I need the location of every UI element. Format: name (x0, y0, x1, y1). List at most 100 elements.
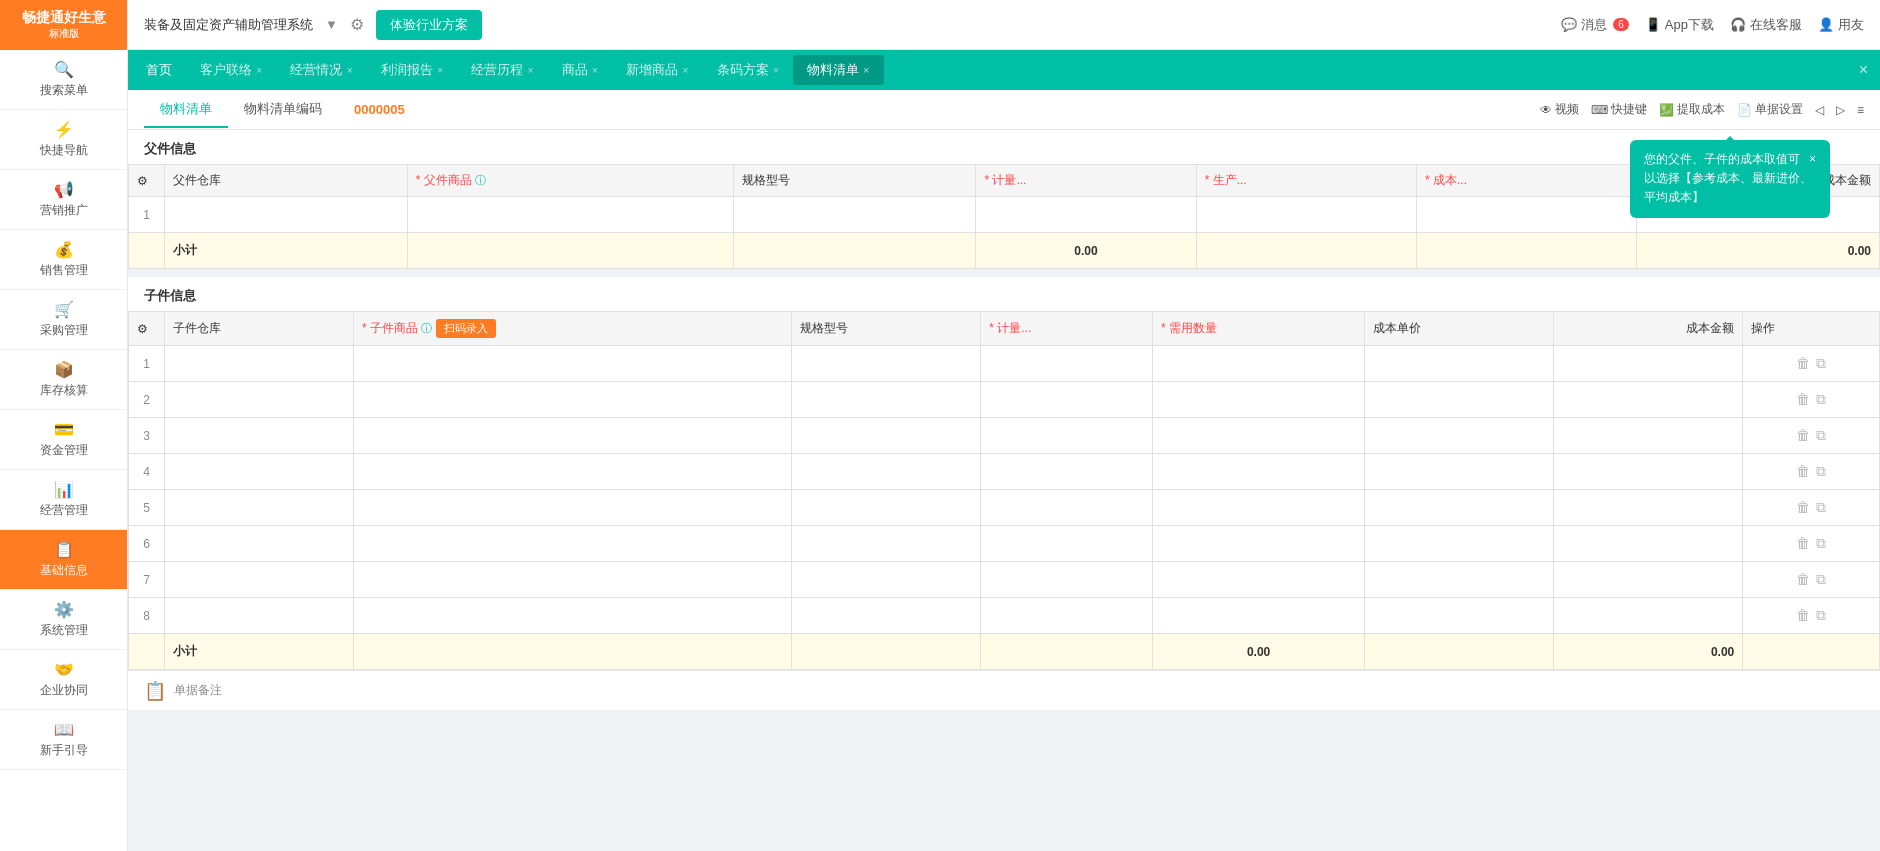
child-cell-unitcost-4[interactable] (1365, 454, 1554, 490)
copy-icon-2[interactable]: ⧉ (1816, 391, 1826, 408)
child-cell-spec-4[interactable] (792, 454, 981, 490)
copy-icon-4[interactable]: ⧉ (1816, 463, 1826, 480)
app-download-action[interactable]: 📱 App下载 (1645, 16, 1714, 34)
grid-view-icon[interactable]: ≡ (1857, 103, 1864, 117)
delete-icon-3[interactable]: 🗑 (1796, 427, 1810, 444)
child-cell-spec-8[interactable] (792, 598, 981, 634)
child-cell-warehouse-1[interactable] (165, 346, 354, 382)
child-cell-qty-2[interactable] (1152, 382, 1364, 418)
child-cell-spec-1[interactable] (792, 346, 981, 382)
tab-history[interactable]: 经营历程 × (457, 55, 547, 85)
close-profit-icon[interactable]: × (437, 64, 443, 76)
nav-arrow-right[interactable]: ▷ (1836, 103, 1845, 117)
delete-icon-2[interactable]: 🗑 (1796, 391, 1810, 408)
tab-barcode[interactable]: 条码方案 × (703, 55, 793, 85)
view-action[interactable]: 👁 视频 (1540, 101, 1579, 118)
nav-arrow-left[interactable]: ◁ (1815, 103, 1824, 117)
shortcut-action[interactable]: ⌨ 快捷键 (1591, 101, 1647, 118)
child-cell-warehouse-8[interactable] (165, 598, 354, 634)
child-cell-goods-6[interactable] (354, 526, 792, 562)
delete-icon-4[interactable]: 🗑 (1796, 463, 1810, 480)
sub-tab-bom-code[interactable]: 物料清单编码 (228, 92, 338, 128)
close-bom-icon[interactable]: × (863, 64, 869, 76)
close-history-icon[interactable]: × (527, 64, 533, 76)
parent-cell-cost-1[interactable] (1417, 197, 1637, 233)
child-cell-unit-8[interactable] (981, 598, 1153, 634)
child-cell-qty-7[interactable] (1152, 562, 1364, 598)
nav-close-all[interactable]: × (1851, 61, 1876, 79)
parent-cell-goods-1[interactable] (407, 197, 733, 233)
trial-button[interactable]: 体验行业方案 (376, 10, 482, 40)
sidebar-item-sales[interactable]: 💰 销售管理 (0, 230, 127, 290)
child-cell-goods-2[interactable] (354, 382, 792, 418)
cost-action[interactable]: 💹 提取成本 (1659, 101, 1725, 118)
child-cell-warehouse-7[interactable] (165, 562, 354, 598)
delete-icon-5[interactable]: 🗑 (1796, 499, 1810, 516)
child-cell-qty-1[interactable] (1152, 346, 1364, 382)
child-cell-unitcost-3[interactable] (1365, 418, 1554, 454)
child-cell-warehouse-4[interactable] (165, 454, 354, 490)
child-cell-unit-5[interactable] (981, 490, 1153, 526)
sub-tab-bom-list[interactable]: 物料清单 (144, 92, 228, 128)
child-cell-spec-2[interactable] (792, 382, 981, 418)
child-cell-warehouse-2[interactable] (165, 382, 354, 418)
child-cell-qty-8[interactable] (1152, 598, 1364, 634)
tab-profit[interactable]: 利润报告 × (367, 55, 457, 85)
child-cell-unit-6[interactable] (981, 526, 1153, 562)
close-addgoods-icon[interactable]: × (682, 64, 688, 76)
sidebar-item-inventory[interactable]: 📦 库存核算 (0, 350, 127, 410)
tab-customer[interactable]: 客户联络 × (186, 55, 276, 85)
tab-goods[interactable]: 商品 × (548, 55, 612, 85)
child-cell-unit-2[interactable] (981, 382, 1153, 418)
copy-icon-1[interactable]: ⧉ (1816, 355, 1826, 372)
sidebar-item-system[interactable]: ⚙️ 系统管理 (0, 590, 127, 650)
sidebar-item-search[interactable]: 🔍 搜索菜单 (0, 50, 127, 110)
sidebar-item-operations[interactable]: 📊 经营管理 (0, 470, 127, 530)
sidebar-item-finance[interactable]: 💳 资金管理 (0, 410, 127, 470)
child-cell-goods-4[interactable] (354, 454, 792, 490)
child-cell-unitcost-2[interactable] (1365, 382, 1554, 418)
child-cell-unitcost-7[interactable] (1365, 562, 1554, 598)
child-cell-warehouse-6[interactable] (165, 526, 354, 562)
child-cell-spec-5[interactable] (792, 490, 981, 526)
tab-add-goods[interactable]: 新增商品 × (612, 55, 702, 85)
child-cell-goods-3[interactable] (354, 418, 792, 454)
settings-icon[interactable]: ⚙ (350, 15, 364, 34)
settings-gear-icon[interactable]: ⚙ (137, 174, 148, 188)
message-action[interactable]: 💬 消息 6 (1561, 16, 1629, 34)
child-cell-qty-6[interactable] (1152, 526, 1364, 562)
copy-icon-6[interactable]: ⧉ (1816, 535, 1826, 552)
child-cell-unitcost-6[interactable] (1365, 526, 1554, 562)
child-settings-gear-icon[interactable]: ⚙ (137, 322, 148, 336)
copy-icon-7[interactable]: ⧉ (1816, 571, 1826, 588)
parent-cell-unit-1[interactable] (976, 197, 1196, 233)
tab-bom[interactable]: 物料清单 × (793, 55, 883, 85)
delete-icon-1[interactable]: 🗑 (1796, 355, 1810, 372)
doc-settings-action[interactable]: 📄 单据设置 (1737, 101, 1803, 118)
parent-cell-warehouse-1[interactable] (165, 197, 408, 233)
child-cell-unitcost-1[interactable] (1365, 346, 1554, 382)
sidebar-item-quicknav[interactable]: ⚡ 快捷导航 (0, 110, 127, 170)
child-cell-warehouse-5[interactable] (165, 490, 354, 526)
child-cell-unit-3[interactable] (981, 418, 1153, 454)
child-cell-warehouse-3[interactable] (165, 418, 354, 454)
child-cell-qty-3[interactable] (1152, 418, 1364, 454)
child-cell-qty-4[interactable] (1152, 454, 1364, 490)
sidebar-item-basic[interactable]: 📋 基础信息 (0, 530, 127, 590)
scan-input-button[interactable]: 扫码录入 (436, 319, 496, 338)
child-cell-unit-1[interactable] (981, 346, 1153, 382)
child-cell-unitcost-5[interactable] (1365, 490, 1554, 526)
tooltip-close-button[interactable]: × (1809, 150, 1816, 169)
child-cell-spec-3[interactable] (792, 418, 981, 454)
child-cell-goods-1[interactable] (354, 346, 792, 382)
child-cell-unitcost-8[interactable] (1365, 598, 1554, 634)
sidebar-item-collab[interactable]: 🤝 企业协同 (0, 650, 127, 710)
copy-icon-3[interactable]: ⧉ (1816, 427, 1826, 444)
child-cell-goods-5[interactable] (354, 490, 792, 526)
service-action[interactable]: 🎧 在线客服 (1730, 16, 1802, 34)
delete-icon-6[interactable]: 🗑 (1796, 535, 1810, 552)
sidebar-item-guide[interactable]: 📖 新手引导 (0, 710, 127, 770)
tab-home[interactable]: 首页 (132, 55, 186, 85)
close-operations-icon[interactable]: × (346, 64, 352, 76)
child-cell-goods-8[interactable] (354, 598, 792, 634)
